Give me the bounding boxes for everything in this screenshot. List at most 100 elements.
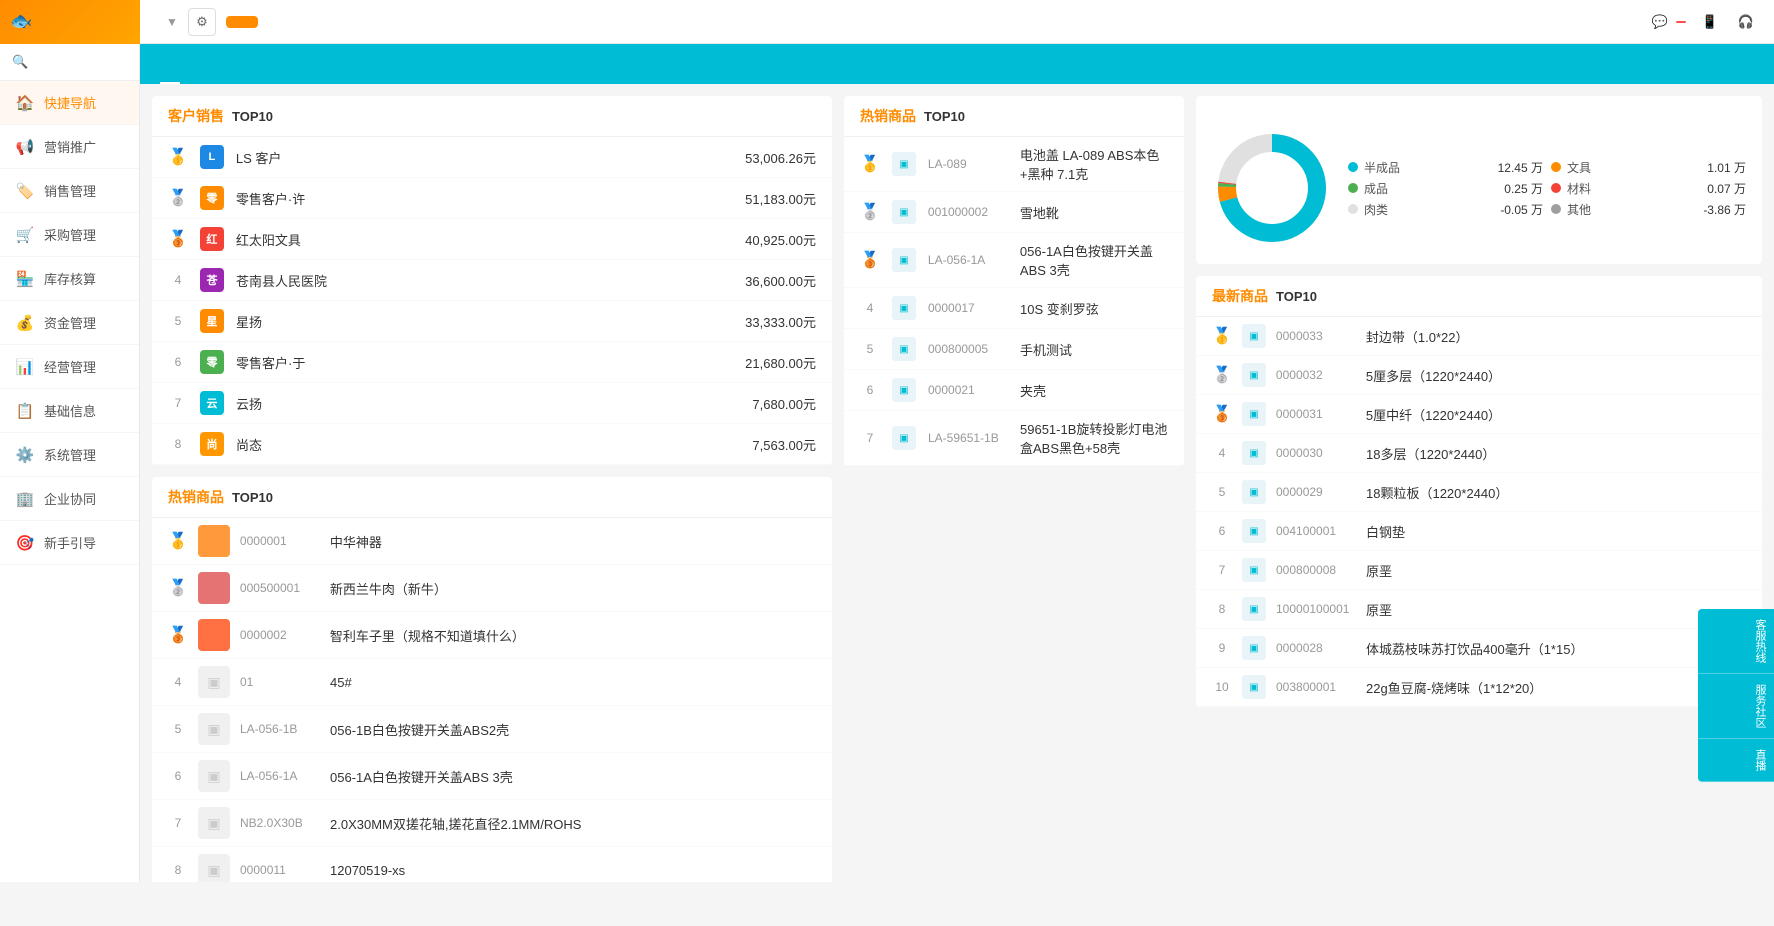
legend-value: 0.25 万 bbox=[1504, 180, 1543, 197]
sidebar-item-inventory[interactable]: 🏪 库存核算 bbox=[0, 257, 139, 301]
customer-amount: 40,925.00元 bbox=[745, 230, 816, 249]
product-code: LA-056-1A bbox=[240, 769, 320, 783]
sidebar-item-guide[interactable]: 🎯 新手引导 bbox=[0, 521, 139, 565]
sidebar-icon-marketing: 📢 bbox=[16, 138, 34, 156]
product-thumb-placeholder: ▣ bbox=[198, 666, 230, 698]
newest-code: 0000033 bbox=[1276, 329, 1356, 343]
product-thumb: ▣ bbox=[892, 248, 916, 272]
newest-products-header: 最新商品 TOP10 bbox=[1196, 276, 1762, 317]
sidebar-item-purchase[interactable]: 🛒 采购管理 bbox=[0, 213, 139, 257]
legend-label: 成品 bbox=[1364, 180, 1498, 197]
rank-number: 6 bbox=[168, 355, 188, 369]
sidebar-item-basic-info[interactable]: 📋 基础信息 bbox=[0, 389, 139, 433]
newest-name: 5厘多层（1220*2440） bbox=[1366, 366, 1746, 385]
hot-products-mid-top10: TOP10 bbox=[924, 109, 965, 124]
message-badge bbox=[1676, 21, 1686, 23]
hot-product-mid-item: 5 ▣ 000800005 手机测试 bbox=[844, 329, 1184, 370]
topbar: 🐟 ▼ ⚙ 💬 📱 🎧 bbox=[0, 0, 1774, 44]
newest-product-item: 🥉 ▣ 0000031 5厘中纤（1220*2440） bbox=[1196, 395, 1762, 434]
legend-item: 材料 0.07 万 bbox=[1551, 180, 1746, 197]
customer-name: 尚态 bbox=[236, 435, 740, 454]
product-code: LA-056-1A bbox=[928, 253, 1008, 267]
product-name: 中华神器 bbox=[330, 532, 816, 551]
sidebar-item-system[interactable]: ⚙️ 系统管理 bbox=[0, 433, 139, 477]
customer-avatar: 零 bbox=[200, 186, 224, 210]
newest-name: 封边带（1.0*22） bbox=[1366, 327, 1746, 346]
newest-thumb: ▣ bbox=[1242, 675, 1266, 699]
newest-products-panel: 最新商品 TOP10 🥇 ▣ 0000033 封边带（1.0*22） 🥈 ▣ 0… bbox=[1196, 276, 1762, 707]
product-thumb-placeholder: ▣ bbox=[198, 760, 230, 792]
sidebar-icon-purchase: 🛒 bbox=[16, 226, 34, 244]
customer-name: 苍南县人民医院 bbox=[236, 271, 733, 290]
message-icon: 💬 bbox=[1651, 14, 1667, 30]
hot-product-main-item: 🥉 0000002 智利车子里（规格不知道填什么） bbox=[152, 612, 832, 659]
newest-thumb: ▣ bbox=[1242, 597, 1266, 621]
rank-number: 5 bbox=[168, 722, 188, 736]
sidebar-icon-inventory: 🏪 bbox=[16, 270, 34, 288]
customer-name: 红太阳文具 bbox=[236, 230, 733, 249]
headset-icon: 🎧 bbox=[1738, 14, 1754, 30]
online-service-button[interactable]: 🎧 bbox=[1738, 14, 1758, 30]
app-download-button[interactable]: 📱 bbox=[1702, 14, 1722, 30]
sidebar-item-enterprise[interactable]: 🏢 企业协同 bbox=[0, 477, 139, 521]
left-panel: 客户销售 TOP10 🥇 L LS 客户 53,006.26元 🥈 零 零售客户… bbox=[152, 96, 832, 882]
rank-number: 8 bbox=[1212, 602, 1232, 616]
rank-number: 5 bbox=[168, 314, 188, 328]
customer-rank-item: 5 星 星扬 33,333.00元 bbox=[152, 301, 832, 342]
product-code: 01 bbox=[240, 675, 320, 689]
newest-product-item: 🥈 ▣ 0000032 5厘多层（1220*2440） bbox=[1196, 356, 1762, 395]
hot-product-main-item: 6 ▣ LA-056-1A 056-1A白色按键开关盖ABS 3壳 bbox=[152, 753, 832, 800]
product-code: LA-056-1B bbox=[240, 722, 320, 736]
rank-number: 9 bbox=[1212, 641, 1232, 655]
customer-amount: 7,563.00元 bbox=[752, 435, 816, 454]
gear-button[interactable]: ⚙ bbox=[188, 8, 216, 36]
sidebar: 🔍 🏠 快捷导航📢 营销推广🏷️ 销售管理🛒 采购管理🏪 库存核算💰 资金管理📊… bbox=[0, 44, 140, 882]
product-name: 2.0X30MM双搓花轴,搓花直径2.1MM/ROHS bbox=[330, 814, 816, 833]
rank-number: 5 bbox=[1212, 485, 1232, 499]
customer-amount: 36,600.00元 bbox=[745, 271, 816, 290]
customer-rank-item: 🥉 红 红太阳文具 40,925.00元 bbox=[152, 219, 832, 260]
newest-thumb: ▣ bbox=[1242, 558, 1266, 582]
medal-icon: 🥉 bbox=[168, 229, 188, 249]
legend-value: 12.45 万 bbox=[1498, 159, 1543, 176]
sidebar-label-marketing: 营销推广 bbox=[44, 137, 96, 156]
legend-value: 0.07 万 bbox=[1707, 180, 1746, 197]
product-code: LA-59651-1B bbox=[928, 431, 1008, 445]
customer-amount: 51,183.00元 bbox=[745, 189, 816, 208]
sidebar-label-system: 系统管理 bbox=[44, 445, 96, 464]
trial-button[interactable] bbox=[226, 16, 258, 28]
hot-product-main-item: 🥇 0000001 中华神器 bbox=[152, 518, 832, 565]
message-button[interactable]: 💬 bbox=[1651, 14, 1685, 30]
legend-value: -0.05 万 bbox=[1500, 201, 1543, 218]
sidebar-item-finance[interactable]: 💰 资金管理 bbox=[0, 301, 139, 345]
sidebar-icon-enterprise: 🏢 bbox=[16, 490, 34, 508]
float-live-button[interactable]: 直播 bbox=[1698, 739, 1774, 782]
search-menu-button[interactable]: 🔍 bbox=[0, 44, 139, 81]
system-arrow-icon[interactable]: ▼ bbox=[166, 15, 178, 29]
float-community-button[interactable]: 服务社区 bbox=[1698, 674, 1774, 739]
product-name: 45# bbox=[330, 675, 816, 690]
hot-product-main-item: 5 ▣ LA-056-1B 056-1B白色按键开关盖ABS2壳 bbox=[152, 706, 832, 753]
product-thumb: ▣ bbox=[892, 152, 916, 176]
legend-item: 文具 1.01 万 bbox=[1551, 159, 1746, 176]
sidebar-item-marketing[interactable]: 📢 营销推广 bbox=[0, 125, 139, 169]
rank-number: 5 bbox=[860, 342, 880, 356]
product-code: 001000002 bbox=[928, 205, 1008, 219]
rank-number: 7 bbox=[860, 431, 880, 445]
product-thumb-placeholder: ▣ bbox=[198, 854, 230, 882]
newest-name: 体城荔枝味苏打饮品400毫升（1*15） bbox=[1366, 639, 1746, 658]
customer-panel-title: 客户销售 bbox=[168, 106, 224, 126]
rank-number: 6 bbox=[168, 769, 188, 783]
home-tab[interactable] bbox=[160, 44, 180, 84]
medal-icon: 🥈 bbox=[1212, 365, 1232, 385]
sidebar-item-sales[interactable]: 🏷️ 销售管理 bbox=[0, 169, 139, 213]
legend-value: -3.86 万 bbox=[1703, 201, 1746, 218]
sidebar-item-quick-nav[interactable]: 🏠 快捷导航 bbox=[0, 81, 139, 125]
hot-product-main-item: 7 ▣ NB2.0X30B 2.0X30MM双搓花轴,搓花直径2.1MM/ROH… bbox=[152, 800, 832, 847]
legend-dot bbox=[1348, 183, 1358, 193]
float-hotline-button[interactable]: 客服热线 bbox=[1698, 609, 1774, 674]
product-thumb-img bbox=[198, 572, 230, 604]
hot-products-main-list: 🥇 0000001 中华神器 🥈 000500001 新西兰牛肉（新牛） 🥉 0… bbox=[152, 518, 832, 882]
customer-avatar: L bbox=[200, 145, 224, 169]
sidebar-item-operations[interactable]: 📊 经营管理 bbox=[0, 345, 139, 389]
